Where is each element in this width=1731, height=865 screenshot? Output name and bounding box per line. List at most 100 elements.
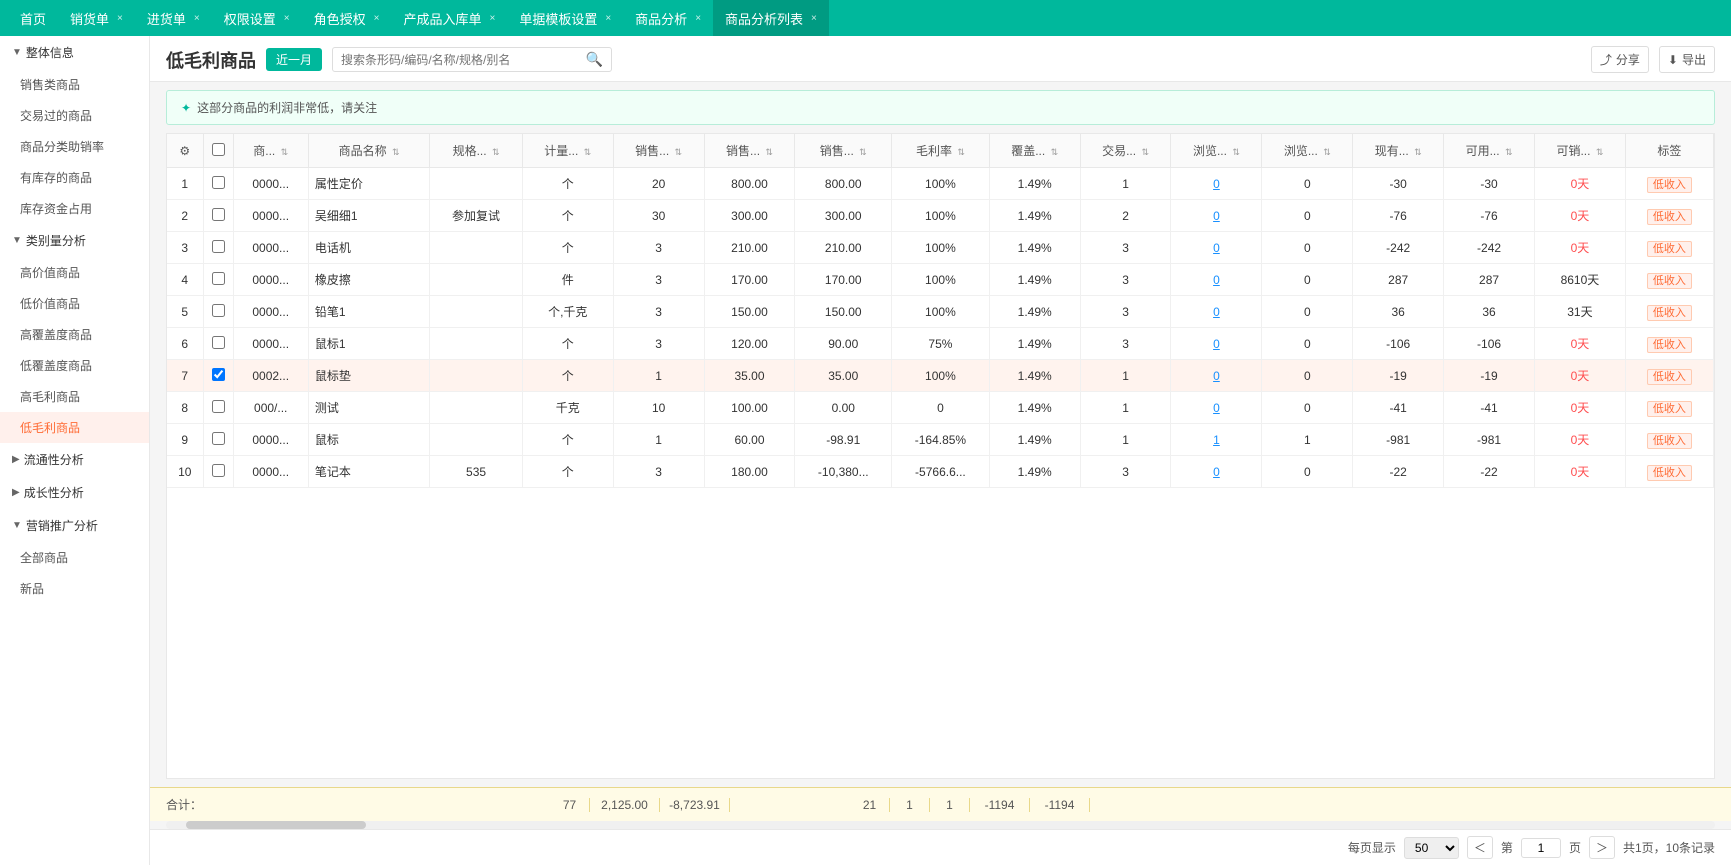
sidebar-item-low-margin[interactable]: 低毛利商品 [0,412,149,443]
row-browse1[interactable]: 0 [1171,456,1262,488]
sidebar-item-high-coverage[interactable]: 高覆盖度商品 [0,319,149,350]
close-icon[interactable]: × [811,13,817,24]
sales-count-column-header[interactable]: 销售... ⇅ [613,134,704,168]
row-sellable: 0天 [1534,424,1625,456]
sidebar-group-overall[interactable]: ▼ 整体信息 [0,36,149,69]
settings-column-header[interactable]: ⚙ [167,134,203,168]
row-checkbox[interactable] [212,336,225,349]
nav-permissions[interactable]: 权限设置 × [212,0,302,36]
row-checkbox-cell[interactable] [203,232,233,264]
row-checkbox[interactable] [212,304,225,317]
spec-column-header[interactable]: 规格... ⇅ [430,134,523,168]
browse2-column-header[interactable]: 浏览... ⇅ [1262,134,1353,168]
row-checkbox-cell[interactable] [203,328,233,360]
gross-margin-column-header[interactable]: 毛利率 ⇅ [892,134,990,168]
available-column-header[interactable]: 可用... ⇅ [1444,134,1535,168]
row-checkbox[interactable] [212,400,225,413]
name-column-header[interactable]: 商品名称 ⇅ [308,134,429,168]
sidebar-item-high-value[interactable]: 高价值商品 [0,257,149,288]
sidebar-item-new-goods[interactable]: 新品 [0,573,149,604]
row-browse1[interactable]: 1 [1171,424,1262,456]
row-checkbox[interactable] [212,176,225,189]
nav-home[interactable]: 首页 [8,0,58,36]
coverage-column-header[interactable]: 覆盖... ⇅ [989,134,1080,168]
sidebar-group-growth[interactable]: ▶ 成长性分析 [0,476,149,509]
sidebar-item-all-goods[interactable]: 全部商品 [0,542,149,573]
unit-column-header[interactable]: 计量... ⇅ [522,134,613,168]
row-unit: 个 [522,424,613,456]
sidebar-item-traded-goods[interactable]: 交易过的商品 [0,100,149,131]
row-checkbox[interactable] [212,272,225,285]
per-page-select[interactable]: 50 20 100 [1404,837,1459,859]
row-browse1[interactable]: 0 [1171,296,1262,328]
row-checkbox-cell[interactable] [203,168,233,200]
close-icon[interactable]: × [284,13,290,24]
scrollbar-thumb[interactable] [186,821,366,829]
sidebar-group-liquidity[interactable]: ▶ 流通性分析 [0,443,149,476]
close-icon[interactable]: × [194,13,200,24]
tag-column-header[interactable]: 标签 [1625,134,1713,168]
checkbox-column-header[interactable] [203,134,233,168]
sidebar-group-category[interactable]: ▼ 类别量分析 [0,224,149,257]
page-number-input[interactable] [1521,838,1561,858]
row-checkbox[interactable] [212,432,225,445]
row-checkbox[interactable] [212,464,225,477]
row-browse1[interactable]: 0 [1171,168,1262,200]
export-button[interactable]: ⬇ 导出 [1659,46,1715,73]
nav-role-auth[interactable]: 角色授权 × [302,0,392,36]
filter-recent-month-button[interactable]: 近一月 [266,48,322,71]
sidebar-item-low-value[interactable]: 低价值商品 [0,288,149,319]
settings-icon[interactable]: ⚙ [179,144,190,158]
nav-template-settings[interactable]: 单据模板设置 × [507,0,623,36]
row-browse1[interactable]: 0 [1171,200,1262,232]
close-icon[interactable]: × [489,13,495,24]
row-checkbox-cell[interactable] [203,200,233,232]
sidebar-item-sales-goods[interactable]: 销售类商品 [0,69,149,100]
row-checkbox-cell[interactable] [203,456,233,488]
row-checkbox-cell[interactable] [203,360,233,392]
close-icon[interactable]: × [605,13,611,24]
search-input[interactable] [341,53,586,67]
horizontal-scrollbar[interactable] [166,821,1715,829]
page-unit-label: 页 [1569,839,1581,856]
row-browse1[interactable]: 0 [1171,360,1262,392]
row-browse1[interactable]: 0 [1171,392,1262,424]
row-checkbox[interactable] [212,240,225,253]
search-icon[interactable]: 🔍 [586,51,603,68]
code-column-header[interactable]: 商... ⇅ [233,134,308,168]
row-browse1[interactable]: 0 [1171,264,1262,296]
row-checkbox-cell[interactable] [203,424,233,456]
nav-sales-order[interactable]: 销货单 × [58,0,135,36]
row-browse1[interactable]: 0 [1171,328,1262,360]
sales-profit-column-header[interactable]: 销售... ⇅ [795,134,892,168]
nav-product-analysis-list[interactable]: 商品分析列表 × [713,0,829,36]
share-button[interactable]: ⤴ 分享 [1591,46,1649,73]
close-icon[interactable]: × [117,13,123,24]
current-stock-column-header[interactable]: 现有... ⇅ [1353,134,1444,168]
sidebar-item-category-rate[interactable]: 商品分类助销率 [0,131,149,162]
sellable-column-header[interactable]: 可销... ⇅ [1534,134,1625,168]
close-icon[interactable]: × [374,13,380,24]
select-all-checkbox[interactable] [212,143,225,156]
sidebar-item-high-margin[interactable]: 高毛利商品 [0,381,149,412]
sidebar-item-in-stock[interactable]: 有库存的商品 [0,162,149,193]
sidebar-item-low-coverage[interactable]: 低覆盖度商品 [0,350,149,381]
row-checkbox-cell[interactable] [203,392,233,424]
nav-product-analysis[interactable]: 商品分析 × [623,0,713,36]
row-checkbox[interactable] [212,368,225,381]
close-icon[interactable]: × [695,13,701,24]
browse1-column-header[interactable]: 浏览... ⇅ [1171,134,1262,168]
nav-purchase-order[interactable]: 进货单 × [135,0,212,36]
nav-finished-goods[interactable]: 产成品入库单 × [391,0,507,36]
row-checkbox[interactable] [212,208,225,221]
row-settings-cell: 3 [167,232,203,264]
prev-page-button[interactable]: ＜ [1467,836,1493,859]
sidebar-group-marketing[interactable]: ▼ 营销推广分析 [0,509,149,542]
trade-column-header[interactable]: 交易... ⇅ [1080,134,1171,168]
sidebar-item-stock-capital[interactable]: 库存资金占用 [0,193,149,224]
row-checkbox-cell[interactable] [203,264,233,296]
next-page-button[interactable]: ＞ [1589,836,1615,859]
sales-amount-column-header[interactable]: 销售... ⇅ [704,134,795,168]
row-checkbox-cell[interactable] [203,296,233,328]
row-browse1[interactable]: 0 [1171,232,1262,264]
